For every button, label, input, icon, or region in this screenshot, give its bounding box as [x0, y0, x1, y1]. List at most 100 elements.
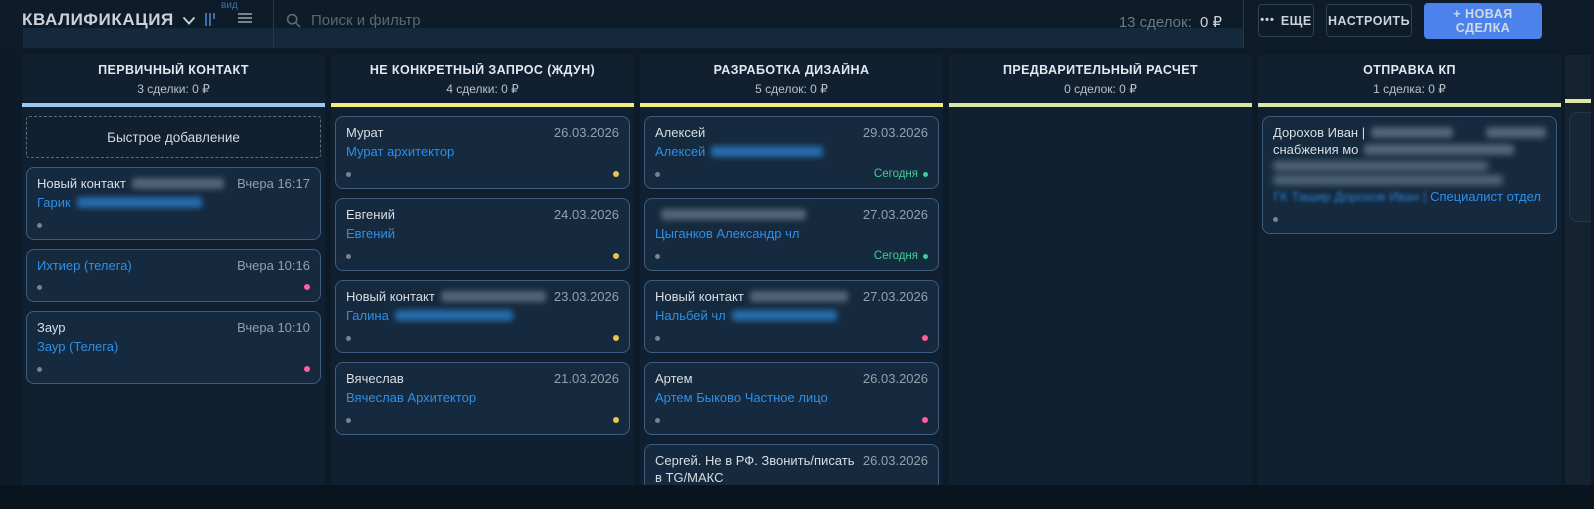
deal-card-footer	[1273, 213, 1546, 225]
pipeline-title: КВАЛИФИКАЦИЯ	[22, 10, 174, 29]
note-dot-icon	[655, 253, 660, 259]
deal-contact-link[interactable]: Ихтиер (телега)	[37, 257, 229, 274]
status-badge	[613, 335, 619, 341]
deal-title	[655, 206, 855, 223]
deal-contact-link[interactable]: Мурат архитектор	[346, 142, 619, 161]
column-count: 4 сделки: 0 ₽	[446, 82, 519, 96]
redacted-title	[440, 291, 546, 303]
deal-contact-link[interactable]: Алексей	[655, 142, 928, 161]
deal-contact-link[interactable]: Заур (Телега)	[37, 337, 310, 356]
quick-add-button[interactable]: Быстрое добавление	[26, 116, 321, 158]
status-badge	[613, 171, 619, 177]
deals-summary: 13 сделок: 0 ₽	[1119, 13, 1222, 31]
status-badge	[613, 417, 619, 423]
deal-date: 23.03.2026	[553, 289, 619, 304]
note-dot-icon	[37, 366, 42, 372]
today-label: Сегодня	[873, 250, 918, 262]
status-badge	[304, 284, 310, 290]
topbar-divider	[1243, 0, 1244, 48]
column-title: ПРЕДВАРИТЕЛЬНЫЙ РАСЧЕТ	[1003, 63, 1198, 77]
column-accent-bar	[1565, 99, 1591, 103]
column-cards: Быстрое добавление Новый контакт Вчера 16:…	[22, 107, 325, 392]
deal-card[interactable]: Сергей. Не в РФ. Звонить/писать в TG/МАК…	[644, 444, 939, 485]
redacted-date	[1486, 127, 1546, 139]
deal-card[interactable]: 27.03.2026 Цыганков Александр чл Сегодня	[644, 198, 939, 271]
status-dot-icon	[922, 417, 928, 423]
deal-card[interactable]: Дорохов Иван | снабжения мо ГК Ташир Дорох…	[1262, 116, 1557, 234]
redacted-title	[131, 178, 224, 190]
column-header: ПРЕДВАРИТЕЛЬНЫЙ РАСЧЕТ 0 сделок: 0 ₽	[949, 55, 1252, 107]
search-input[interactable]: Поиск и фильтр	[286, 8, 986, 32]
deal-card[interactable]: Ихтиер (телега) Вчера 10:16	[26, 249, 321, 302]
deal-card-header: Новый контакт 27.03.2026	[655, 288, 928, 305]
column-header: НЕ КОНКРЕТНЫЙ ЗАПРОС (ЖДУН) 4 сделки: 0 ₽	[331, 55, 634, 107]
column-title: НЕ КОНКРЕТНЫЙ ЗАПРОС (ЖДУН)	[369, 63, 596, 77]
deal-date: Вчера 10:16	[237, 258, 310, 273]
deal-card-footer	[346, 168, 619, 180]
list-view-icon[interactable]	[238, 13, 252, 23]
redacted-title	[749, 291, 848, 303]
deal-card-header: Новый контакт 23.03.2026	[346, 288, 619, 305]
chevron-down-icon	[182, 17, 195, 25]
note-dot-icon	[346, 417, 351, 423]
redacted-link	[711, 146, 824, 158]
crm-kanban-app: КВАЛИФИКАЦИЯ вид Поиск и фильтр 13 сдело…	[0, 0, 1594, 509]
deal-card[interactable]: Евгений 24.03.2026 Евгений	[335, 198, 630, 271]
pipeline-selector[interactable]: КВАЛИФИКАЦИЯ	[22, 10, 195, 30]
column-cards: Алексей 29.03.2026 Алексей Сегодня 27.03.202…	[640, 107, 943, 485]
status-dot-icon	[304, 284, 310, 290]
deal-contact-link[interactable]: Евгений	[346, 224, 619, 243]
new-deal-button[interactable]: + НОВАЯ СДЕЛКА	[1424, 3, 1542, 39]
deal-card[interactable]: Мурат 26.03.2026 Мурат архитектор	[335, 116, 630, 189]
deal-card-header: Вячеслав 21.03.2026	[346, 370, 619, 387]
kanban-view-icon[interactable]	[205, 13, 215, 26]
deal-card[interactable]: Заур Вчера 10:10 Заур (Телега)	[26, 311, 321, 384]
deal-card[interactable]: Новый контакт Вчера 16:17 Гарик	[26, 167, 321, 240]
deal-date: 27.03.2026	[862, 207, 928, 222]
column-header: РАЗРАБОТКА ДИЗАЙНА 5 сделок: 0 ₽	[640, 55, 943, 107]
deal-title-line2: снабжения мо	[1273, 141, 1546, 158]
deal-contact-link[interactable]: Артем Быково Частное лицо	[655, 388, 928, 407]
deal-card-header: Евгений 24.03.2026	[346, 206, 619, 223]
next-column-peek	[1565, 55, 1591, 485]
deal-contact-link[interactable]: Галина	[346, 306, 619, 325]
deal-date: Вчера 10:10	[237, 320, 310, 335]
deal-date: 21.03.2026	[553, 371, 619, 386]
deal-card-header: Алексей 29.03.2026	[655, 124, 928, 141]
more-dots-icon: •••	[1260, 13, 1275, 26]
deal-card[interactable]: Алексей 29.03.2026 Алексей Сегодня	[644, 116, 939, 189]
deal-date: 24.03.2026	[553, 207, 619, 222]
deal-card[interactable]: Новый контакт 23.03.2026 Галина	[335, 280, 630, 353]
deal-card[interactable]: Артем 26.03.2026 Артем Быково Частное лицо	[644, 362, 939, 435]
deal-contact-link[interactable]: ГК Ташир Дорохов Иван | Специалист отдел	[1273, 187, 1546, 206]
more-button[interactable]: ••• ЕЩЕ	[1258, 4, 1314, 37]
deal-card[interactable]: Новый контакт 27.03.2026 Нальбей чл	[644, 280, 939, 353]
pipeline-column: ПЕРВИЧНЫЙ КОНТАКТ 3 сделки: 0 ₽ Быстрое до…	[22, 55, 325, 485]
deal-card-footer	[346, 414, 619, 426]
deal-card-header: Ихтиер (телега) Вчера 10:16	[37, 257, 310, 274]
status-badge	[922, 417, 928, 423]
deal-card-header: Заур Вчера 10:10	[37, 319, 310, 336]
status-dot-icon	[304, 366, 310, 372]
deal-card-footer	[346, 250, 619, 262]
deal-card[interactable]: Вячеслав 21.03.2026 Вячеслав Архитектор	[335, 362, 630, 435]
search-icon	[286, 13, 301, 27]
column-count: 1 сделка: 0 ₽	[1373, 82, 1446, 96]
deal-title: Заур	[37, 320, 66, 335]
deal-contact-link[interactable]: Вячеслав Архитектор	[346, 388, 619, 407]
today-label: Сегодня	[873, 168, 918, 180]
deal-title: Мурат	[346, 125, 384, 140]
deal-card-footer	[37, 219, 310, 231]
status-badge	[304, 366, 310, 372]
deal-title: Сергей. Не в РФ. Звонить/писать в TG/МАК…	[655, 453, 855, 485]
deal-contact-link[interactable]: Гарик	[37, 193, 310, 212]
redacted-title	[661, 209, 806, 221]
deal-card-footer	[655, 332, 928, 344]
deal-contact-link[interactable]: Нальбей чл	[655, 306, 928, 325]
topbar: КВАЛИФИКАЦИЯ вид Поиск и фильтр 13 сдело…	[0, 0, 1594, 48]
deal-card-header: Новый контакт Вчера 16:17	[37, 175, 310, 192]
status-badge	[922, 335, 928, 341]
settings-button[interactable]: НАСТРОИТЬ	[1326, 4, 1412, 37]
deal-contact-link[interactable]: Цыганков Александр чл	[655, 224, 928, 243]
deals-count: 13 сделок:	[1118, 14, 1192, 31]
